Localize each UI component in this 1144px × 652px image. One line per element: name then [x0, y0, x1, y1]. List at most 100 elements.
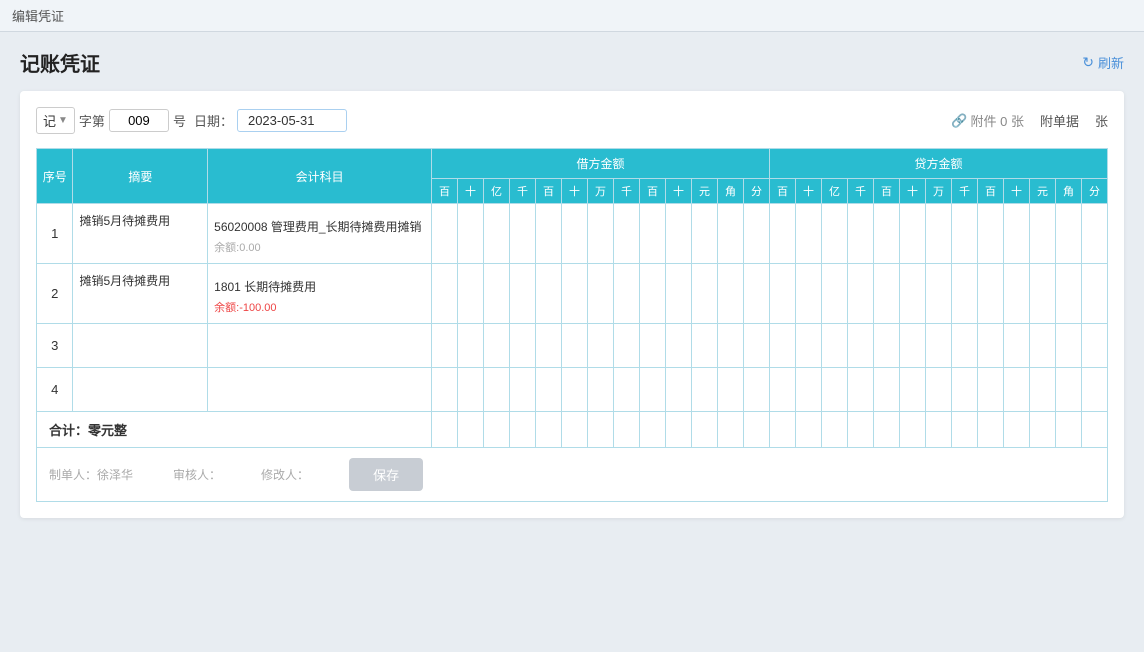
- row-debit-digit-7[interactable]: [613, 324, 639, 368]
- row-debit-digit-2[interactable]: [483, 368, 509, 412]
- row-credit-digit-7[interactable]: [951, 324, 977, 368]
- row-credit-digit-11[interactable]: [1055, 264, 1081, 324]
- row-credit-digit-4[interactable]: [873, 368, 899, 412]
- row-account[interactable]: [208, 368, 432, 412]
- row-debit-digit-12[interactable]: [743, 324, 769, 368]
- row-credit-digit-7[interactable]: [951, 264, 977, 324]
- voucher-number-input[interactable]: [109, 109, 169, 132]
- row-credit-digit-1[interactable]: [795, 264, 821, 324]
- row-credit-digit-6[interactable]: [925, 324, 951, 368]
- row-debit-digit-8[interactable]: [639, 264, 665, 324]
- row-credit-digit-10[interactable]: [1029, 324, 1055, 368]
- row-summary[interactable]: 摊销5月待摊费用: [73, 204, 208, 264]
- row-credit-digit-3[interactable]: [847, 264, 873, 324]
- row-credit-digit-9[interactable]: [1003, 204, 1029, 264]
- row-summary[interactable]: [73, 324, 208, 368]
- row-account[interactable]: 1801 长期待摊费用余额:-100.00: [208, 264, 432, 324]
- row-credit-digit-5[interactable]: [899, 324, 925, 368]
- row-credit-digit-3[interactable]: [847, 324, 873, 368]
- row-credit-digit-5[interactable]: [899, 368, 925, 412]
- row-summary[interactable]: 摊销5月待摊费用: [73, 264, 208, 324]
- row-debit-digit-3[interactable]: [509, 368, 535, 412]
- row-debit-digit-11[interactable]: [717, 324, 743, 368]
- row-credit-digit-12[interactable]: [1081, 324, 1107, 368]
- row-credit-digit-0[interactable]: [769, 264, 795, 324]
- row-debit-digit-4[interactable]: [535, 204, 561, 264]
- row-debit-digit-11[interactable]: [717, 264, 743, 324]
- row-credit-digit-12[interactable]: [1081, 204, 1107, 264]
- save-button[interactable]: 保存: [349, 458, 423, 491]
- row-debit-digit-6[interactable]: [587, 324, 613, 368]
- row-credit-digit-6[interactable]: [925, 264, 951, 324]
- row-credit-digit-11[interactable]: [1055, 204, 1081, 264]
- row-debit-digit-0[interactable]: [431, 204, 457, 264]
- row-credit-digit-9[interactable]: [1003, 324, 1029, 368]
- row-credit-digit-1[interactable]: [795, 368, 821, 412]
- row-summary[interactable]: [73, 368, 208, 412]
- row-credit-digit-3[interactable]: [847, 204, 873, 264]
- row-credit-digit-4[interactable]: [873, 324, 899, 368]
- row-credit-digit-3[interactable]: [847, 368, 873, 412]
- row-credit-digit-8[interactable]: [977, 368, 1003, 412]
- row-debit-digit-9[interactable]: [665, 368, 691, 412]
- row-credit-digit-9[interactable]: [1003, 368, 1029, 412]
- row-debit-digit-7[interactable]: [613, 264, 639, 324]
- row-debit-digit-3[interactable]: [509, 204, 535, 264]
- row-credit-digit-10[interactable]: [1029, 264, 1055, 324]
- date-input[interactable]: [237, 109, 347, 132]
- row-credit-digit-0[interactable]: [769, 324, 795, 368]
- row-debit-digit-2[interactable]: [483, 204, 509, 264]
- row-debit-digit-0[interactable]: [431, 368, 457, 412]
- row-debit-digit-0[interactable]: [431, 324, 457, 368]
- row-debit-digit-1[interactable]: [457, 324, 483, 368]
- row-debit-digit-3[interactable]: [509, 264, 535, 324]
- row-credit-digit-2[interactable]: [821, 368, 847, 412]
- row-debit-digit-11[interactable]: [717, 368, 743, 412]
- row-credit-digit-2[interactable]: [821, 324, 847, 368]
- row-credit-digit-12[interactable]: [1081, 368, 1107, 412]
- row-debit-digit-9[interactable]: [665, 264, 691, 324]
- row-credit-digit-4[interactable]: [873, 264, 899, 324]
- row-credit-digit-1[interactable]: [795, 204, 821, 264]
- row-credit-digit-8[interactable]: [977, 264, 1003, 324]
- row-credit-digit-4[interactable]: [873, 204, 899, 264]
- row-credit-digit-8[interactable]: [977, 324, 1003, 368]
- row-debit-digit-4[interactable]: [535, 368, 561, 412]
- row-debit-digit-10[interactable]: [691, 204, 717, 264]
- row-debit-digit-5[interactable]: [561, 264, 587, 324]
- refresh-button[interactable]: ↻ 刷新: [1082, 53, 1124, 72]
- row-credit-digit-0[interactable]: [769, 368, 795, 412]
- row-debit-digit-5[interactable]: [561, 368, 587, 412]
- row-credit-digit-10[interactable]: [1029, 204, 1055, 264]
- row-credit-digit-1[interactable]: [795, 324, 821, 368]
- row-debit-digit-0[interactable]: [431, 264, 457, 324]
- row-credit-digit-5[interactable]: [899, 204, 925, 264]
- row-credit-digit-7[interactable]: [951, 204, 977, 264]
- row-credit-digit-0[interactable]: [769, 204, 795, 264]
- row-debit-digit-8[interactable]: [639, 368, 665, 412]
- row-debit-digit-12[interactable]: [743, 368, 769, 412]
- row-debit-digit-10[interactable]: [691, 324, 717, 368]
- row-credit-digit-6[interactable]: [925, 204, 951, 264]
- row-credit-digit-8[interactable]: [977, 204, 1003, 264]
- row-debit-digit-6[interactable]: [587, 204, 613, 264]
- attachment-link[interactable]: 🔗 附件 0 张: [951, 111, 1024, 130]
- row-debit-digit-1[interactable]: [457, 368, 483, 412]
- row-debit-digit-7[interactable]: [613, 368, 639, 412]
- row-debit-digit-8[interactable]: [639, 204, 665, 264]
- row-debit-digit-2[interactable]: [483, 324, 509, 368]
- row-credit-digit-10[interactable]: [1029, 368, 1055, 412]
- row-credit-digit-6[interactable]: [925, 368, 951, 412]
- row-credit-digit-12[interactable]: [1081, 264, 1107, 324]
- row-credit-digit-11[interactable]: [1055, 324, 1081, 368]
- row-debit-digit-2[interactable]: [483, 264, 509, 324]
- row-credit-digit-2[interactable]: [821, 264, 847, 324]
- row-debit-digit-7[interactable]: [613, 204, 639, 264]
- voucher-type-select[interactable]: 记 ▼: [36, 107, 75, 134]
- row-debit-digit-1[interactable]: [457, 264, 483, 324]
- row-debit-digit-10[interactable]: [691, 264, 717, 324]
- row-debit-digit-9[interactable]: [665, 324, 691, 368]
- row-debit-digit-10[interactable]: [691, 368, 717, 412]
- row-debit-digit-9[interactable]: [665, 204, 691, 264]
- row-credit-digit-9[interactable]: [1003, 264, 1029, 324]
